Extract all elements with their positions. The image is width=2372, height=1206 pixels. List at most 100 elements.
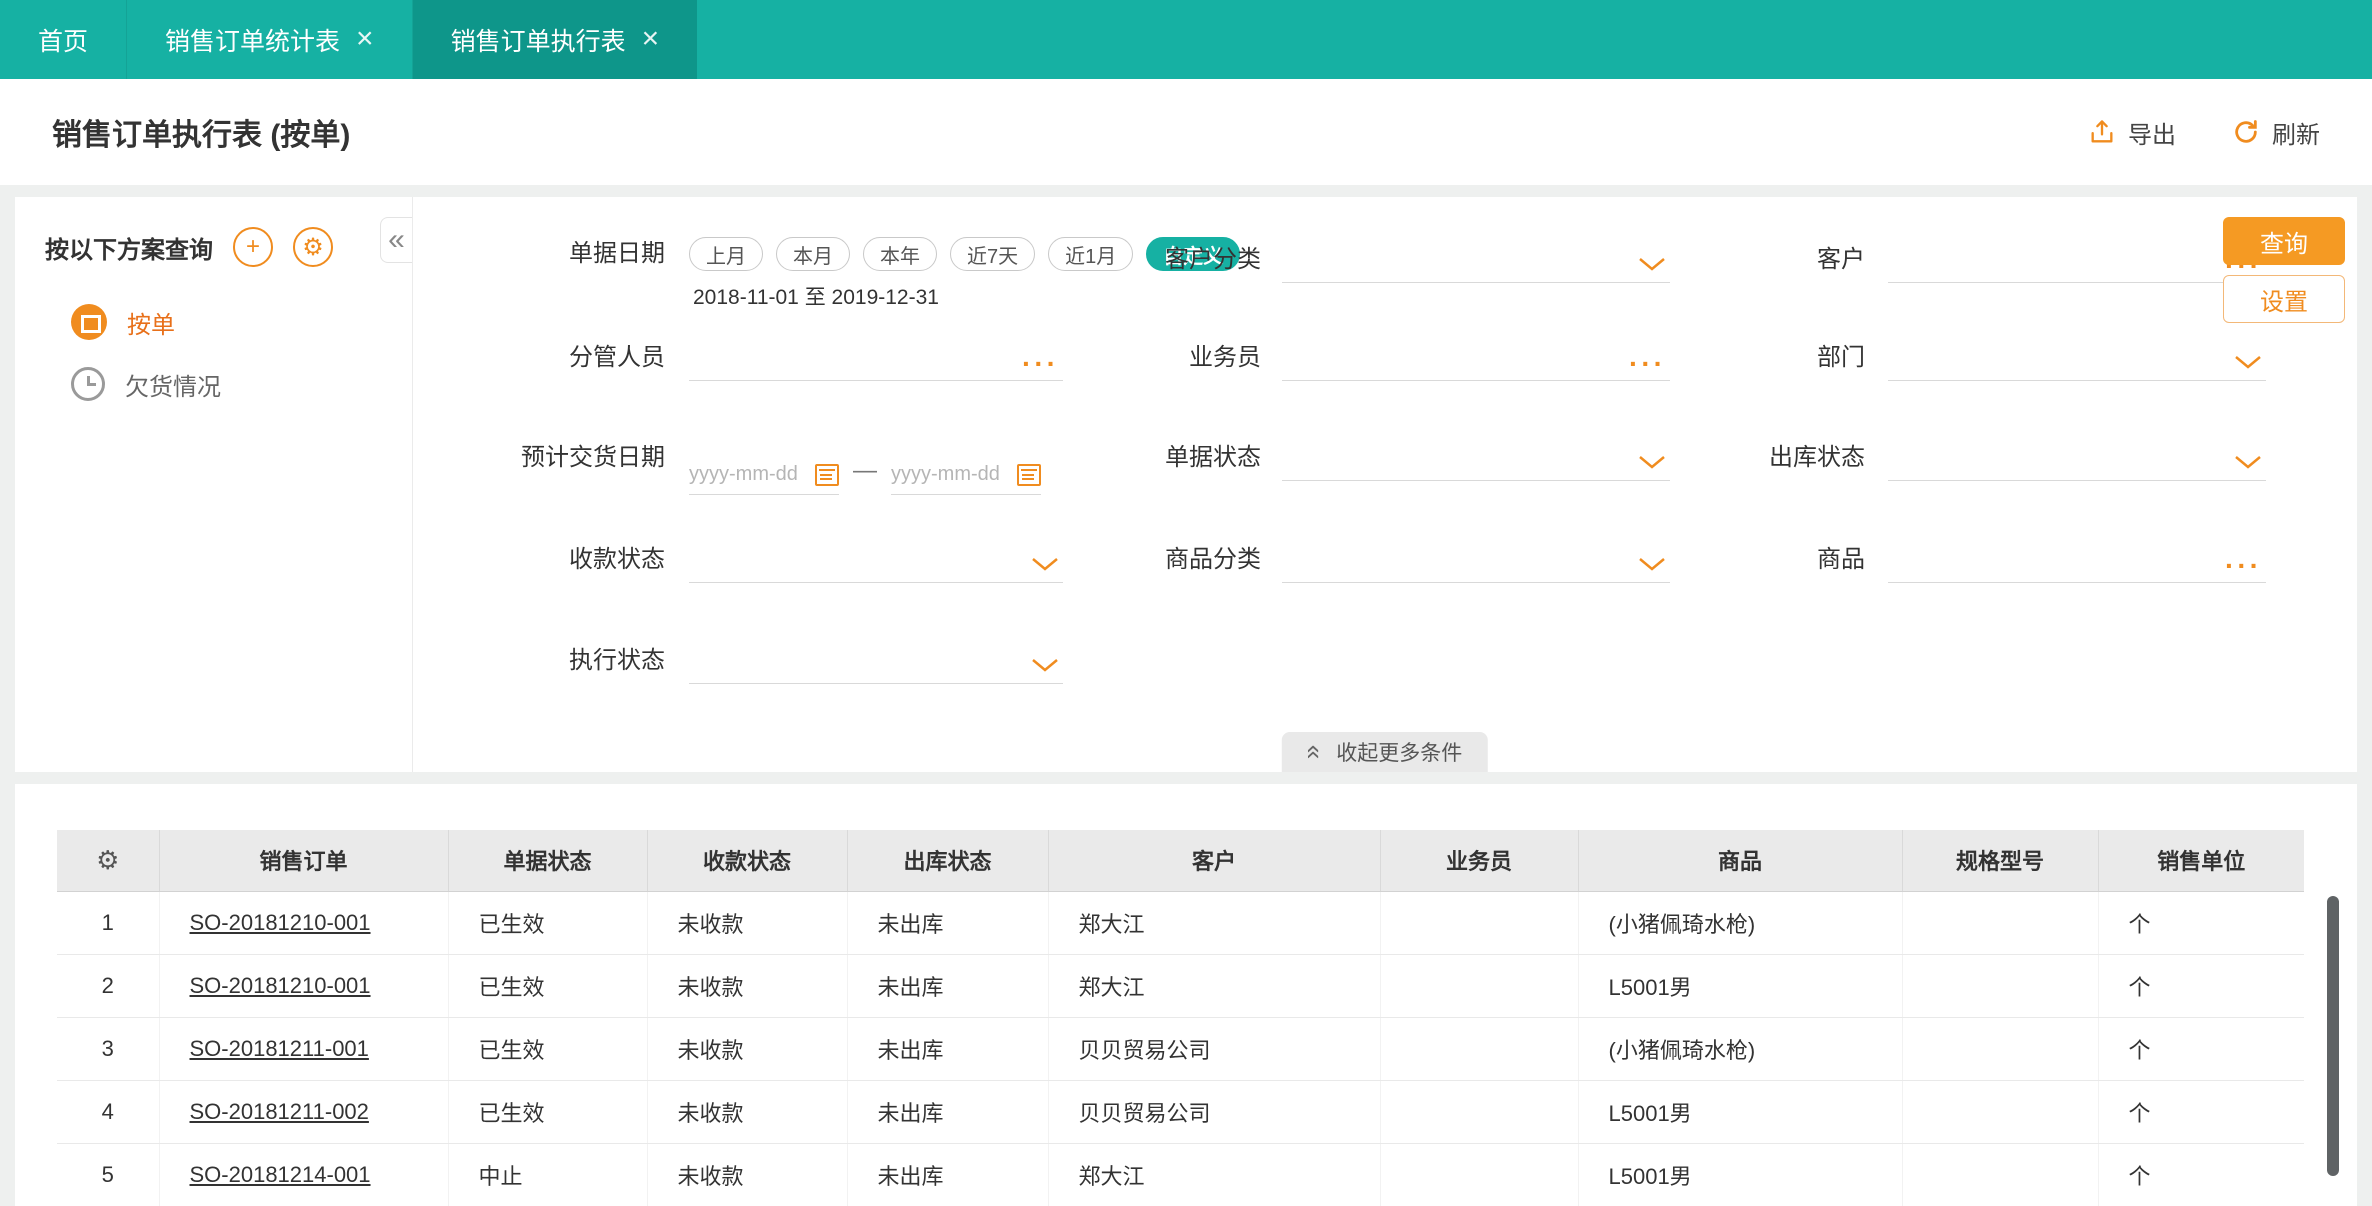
- settings-button[interactable]: 设置: [2223, 275, 2345, 323]
- page-title: 销售订单执行表 (按单): [52, 119, 351, 152]
- query-button[interactable]: 查询: [2223, 217, 2345, 265]
- results-table: ⚙ 销售订单 单据状态 收款状态 出库状态 客户 业务员 商品 规格型号 销售单位 1 SO-20…: [57, 830, 2304, 1206]
- chevron-down-icon: [1638, 455, 1666, 470]
- order-link[interactable]: SO-20181210-001: [190, 973, 371, 998]
- table-row: 3 SO-20181211-001 已生效 未收款 未出库 贝贝贸易公司 (小猪佩琦水枪) 个: [57, 1017, 2304, 1081]
- unit-cell: 个: [2098, 1143, 2304, 1206]
- tab-1[interactable]: 首页: [0, 0, 128, 79]
- salesman-picker[interactable]: ···: [1282, 335, 1670, 381]
- column-header-2: 单据状态: [448, 830, 648, 892]
- ellipsis-icon[interactable]: ···: [2225, 552, 2262, 580]
- delivery-date-range: yyyy-mm-dd — yyyy-mm-dd: [689, 449, 1041, 495]
- sidebar-collapse-icon[interactable]: «: [380, 217, 412, 263]
- calendar-icon[interactable]: [815, 464, 839, 486]
- date-range-separator: —: [853, 457, 877, 484]
- salesman-cell: [1380, 1143, 1579, 1206]
- customer-picker[interactable]: ···: [1888, 237, 2266, 283]
- product-picker[interactable]: ···: [1888, 537, 2266, 583]
- column-header-6: 业务员: [1380, 830, 1579, 892]
- close-icon[interactable]: ×: [642, 23, 660, 54]
- ellipsis-icon[interactable]: ···: [1022, 350, 1059, 378]
- title-bar: 销售订单执行表 (按单) 导出 刷新: [0, 79, 2372, 185]
- scrollbar-thumb[interactable]: [2327, 896, 2339, 1176]
- collapse-more-conditions-button[interactable]: « 收起更多条件: [1281, 732, 1489, 772]
- ellipsis-icon[interactable]: ···: [1629, 350, 1666, 378]
- customer-label: 客户: [1817, 246, 1865, 273]
- date-pill-4[interactable]: 近7天: [950, 237, 1036, 271]
- salesman-label: 业务员: [1189, 344, 1261, 371]
- customer-category-select[interactable]: [1282, 237, 1670, 283]
- product-cell: L5001男: [1578, 1143, 1903, 1206]
- outbound_status-cell: 未出库: [847, 1017, 1049, 1081]
- clock-icon: [71, 367, 105, 401]
- column-header-3: 收款状态: [647, 830, 848, 892]
- doc-status-select[interactable]: [1282, 435, 1670, 481]
- column-settings-icon[interactable]: ⚙: [96, 845, 119, 875]
- order-cell: SO-20181210-001: [159, 954, 449, 1018]
- row-number: 2: [57, 954, 160, 1018]
- department-select[interactable]: [1888, 335, 2266, 381]
- product-cell: (小猪佩琦水枪): [1578, 891, 1903, 955]
- order-cell: SO-20181211-002: [159, 1080, 449, 1144]
- date-pill-2[interactable]: 本月: [776, 237, 850, 271]
- column-header-5: 客户: [1048, 830, 1381, 892]
- close-icon[interactable]: ×: [356, 23, 374, 54]
- filter-panel: 单据日期 上月 本月 本年 近7天 近1月 自定义 2018-11-01 至 2019-1…: [413, 197, 2357, 772]
- scheme-settings-button[interactable]: ⚙: [293, 227, 333, 267]
- spec-cell: [1902, 1143, 2099, 1206]
- date-pill-3[interactable]: 本年: [863, 237, 937, 271]
- tab-label: 首页: [38, 27, 89, 56]
- manager-picker[interactable]: ···: [689, 335, 1063, 381]
- order-link[interactable]: SO-20181211-002: [190, 1099, 369, 1124]
- tab-bar: 首页 销售订单统计表 × 销售订单执行表 ×: [0, 0, 2372, 79]
- tab-3[interactable]: 销售订单执行表 ×: [412, 0, 698, 79]
- refresh-button[interactable]: 刷新: [2232, 115, 2320, 150]
- date-pill-1[interactable]: 上月: [689, 237, 763, 271]
- sidebar-item-2[interactable]: 欠货情况: [15, 353, 412, 415]
- table-row: 4 SO-20181211-002 已生效 未收款 未出库 贝贝贸易公司 L5001男 个: [57, 1080, 2304, 1144]
- tab-label: 销售订单执行表: [450, 27, 626, 56]
- table-body: 1 SO-20181210-001 已生效 未收款 未出库 郑大江 (小猪佩琦水枪) 个 2 SO…: [57, 891, 2304, 1206]
- filter-row-4: 收款状态 商品分类 商品 ···: [485, 537, 2266, 597]
- product-cell: L5001男: [1578, 1080, 1903, 1144]
- chevrons-up-icon: «: [1300, 744, 1330, 760]
- order-cell: SO-20181211-001: [159, 1017, 449, 1081]
- table-row: 2 SO-20181210-001 已生效 未收款 未出库 郑大江 L5001男 个: [57, 954, 2304, 1018]
- calendar-icon[interactable]: [1017, 464, 1041, 486]
- spec-cell: [1902, 954, 2099, 1018]
- delivery-date-start-input[interactable]: yyyy-mm-dd: [689, 449, 839, 495]
- outbound-status-select[interactable]: [1888, 435, 2266, 481]
- sidebar-item-1[interactable]: 按单: [15, 291, 412, 353]
- export-icon: [2088, 118, 2116, 146]
- delivery-date-end-input[interactable]: yyyy-mm-dd: [891, 449, 1041, 495]
- manager-label: 分管人员: [569, 344, 665, 371]
- refresh-label: 刷新: [2272, 121, 2320, 149]
- delivery-date-label: 预计交货日期: [521, 444, 665, 471]
- date-placeholder: yyyy-mm-dd: [891, 463, 1000, 485]
- results-table-panel: ⚙ 销售订单 单据状态 收款状态 出库状态 客户 业务员 商品 规格型号 销售单位 1 SO-20…: [15, 784, 2357, 1206]
- order-link[interactable]: SO-20181210-001: [190, 910, 371, 935]
- doc_status-cell: 已生效: [448, 1080, 648, 1144]
- table-scrollbar[interactable]: [2327, 896, 2339, 1196]
- spec-cell: [1902, 1017, 2099, 1081]
- doc-status-label: 单据状态: [1165, 444, 1261, 471]
- column-header-1: 销售订单: [159, 830, 449, 892]
- column-header-8: 规格型号: [1902, 830, 2099, 892]
- payment_status-cell: 未收款: [647, 1080, 848, 1144]
- salesman-cell: [1380, 891, 1579, 955]
- add-scheme-button[interactable]: +: [233, 227, 273, 267]
- refresh-icon: [2232, 118, 2260, 146]
- outbound_status-cell: 未出库: [847, 891, 1049, 955]
- order-link[interactable]: SO-20181214-001: [190, 1162, 371, 1187]
- salesman-cell: [1380, 954, 1579, 1018]
- chevron-down-icon: [1638, 557, 1666, 572]
- product-category-select[interactable]: [1282, 537, 1670, 583]
- order-link[interactable]: SO-20181211-001: [190, 1036, 369, 1061]
- collapse-more-label: 收起更多条件: [1336, 742, 1463, 765]
- salesman-cell: [1380, 1080, 1579, 1144]
- outbound_status-cell: 未出库: [847, 954, 1049, 1018]
- tab-2[interactable]: 销售订单统计表 ×: [127, 0, 413, 79]
- export-button[interactable]: 导出: [2088, 115, 2176, 150]
- payment-status-select[interactable]: [689, 537, 1063, 583]
- execution-status-select[interactable]: [689, 638, 1063, 684]
